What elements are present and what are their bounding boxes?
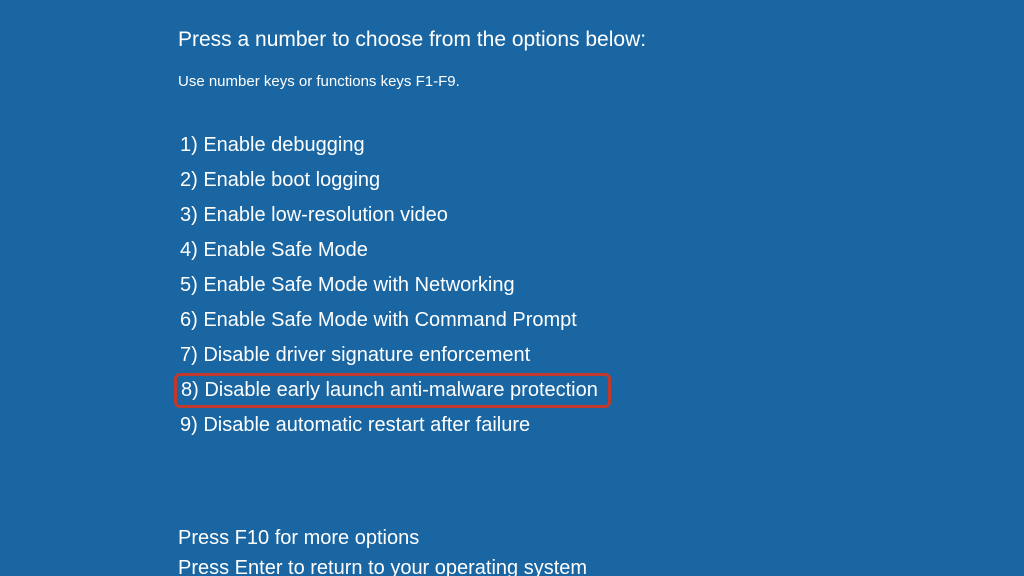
option-9[interactable]: 9) Disable automatic restart after failu… [174,408,538,443]
footer-return: Press Enter to return to your operating … [178,553,1024,576]
options-list: 1) Enable debugging2) Enable boot loggin… [178,128,1024,443]
footer-instructions: Press F10 for more options Press Enter t… [178,523,1024,576]
option-6[interactable]: 6) Enable Safe Mode with Command Prompt [174,303,585,338]
option-7[interactable]: 7) Disable driver signature enforcement [174,338,538,373]
option-5[interactable]: 5) Enable Safe Mode with Networking [174,268,523,303]
option-8[interactable]: 8) Disable early launch anti-malware pro… [174,373,611,408]
option-1[interactable]: 1) Enable debugging [174,128,373,163]
option-3[interactable]: 3) Enable low-resolution video [174,198,456,233]
option-4[interactable]: 4) Enable Safe Mode [174,233,376,268]
startup-settings-screen: Press a number to choose from the option… [0,0,1024,576]
sub-instruction-text: Use number keys or functions keys F1-F9. [178,72,1024,92]
instruction-text: Press a number to choose from the option… [178,26,1024,54]
option-2[interactable]: 2) Enable boot logging [174,163,388,198]
footer-more-options: Press F10 for more options [178,523,1024,553]
